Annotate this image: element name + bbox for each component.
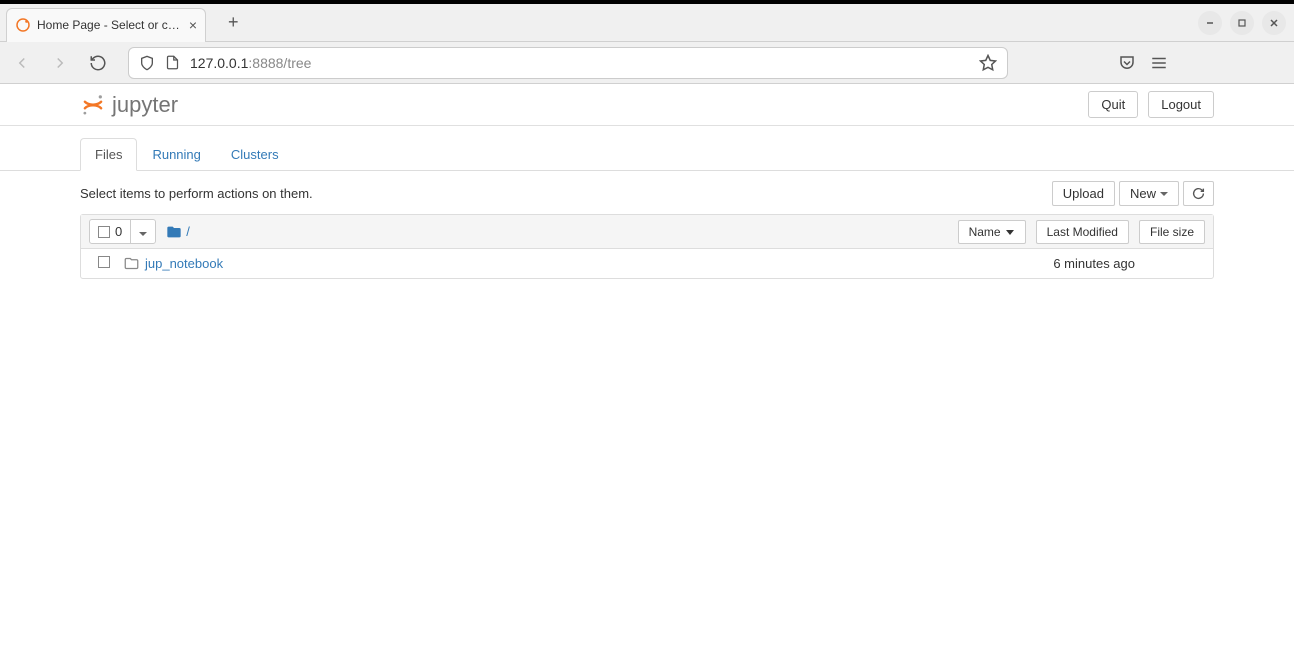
refresh-button[interactable] bbox=[1183, 181, 1214, 206]
selected-count: 0 bbox=[115, 224, 122, 239]
tab-running[interactable]: Running bbox=[137, 138, 215, 171]
browser-nav-bar: 127.0.0.1:8888/tree bbox=[0, 42, 1294, 84]
pocket-icon[interactable] bbox=[1118, 54, 1136, 72]
upload-button[interactable]: Upload bbox=[1052, 181, 1115, 206]
maximize-button[interactable] bbox=[1230, 11, 1254, 35]
window-controls bbox=[1198, 11, 1294, 35]
list-item: jup_notebook 6 minutes ago bbox=[81, 249, 1213, 278]
breadcrumb-root: / bbox=[186, 224, 190, 239]
url-bar[interactable]: 127.0.0.1:8888/tree bbox=[128, 47, 1008, 79]
select-dropdown[interactable] bbox=[131, 220, 155, 243]
select-all-checkbox[interactable]: 0 bbox=[90, 220, 131, 243]
browser-tab-title: Home Page - Select or crea bbox=[37, 18, 183, 32]
bookmark-star-icon[interactable] bbox=[979, 54, 997, 72]
chevron-down-icon bbox=[139, 232, 147, 236]
forward-button[interactable] bbox=[46, 49, 74, 77]
folder-icon bbox=[166, 224, 182, 240]
file-modified: 6 minutes ago bbox=[1053, 256, 1135, 271]
checkbox-icon bbox=[98, 226, 110, 238]
url-text: 127.0.0.1:8888/tree bbox=[190, 55, 971, 71]
menu-icon[interactable] bbox=[1150, 54, 1168, 72]
browser-chrome: Home Page - Select or crea × + 127.0.0.1… bbox=[0, 4, 1294, 84]
minimize-button[interactable] bbox=[1198, 11, 1222, 35]
checkbox-icon bbox=[98, 256, 110, 268]
new-button[interactable]: New bbox=[1119, 181, 1179, 206]
jupyter-logo-text: jupyter bbox=[112, 92, 178, 118]
breadcrumb[interactable]: / bbox=[166, 224, 190, 240]
chevron-down-icon bbox=[1160, 192, 1168, 196]
file-list: 0 / Name Last Modified File size jup_not… bbox=[80, 214, 1214, 279]
jupyter-logo[interactable]: jupyter bbox=[80, 92, 178, 118]
back-button[interactable] bbox=[8, 49, 36, 77]
shield-icon[interactable] bbox=[139, 55, 155, 71]
toolbar-row: Select items to perform actions on them.… bbox=[0, 171, 1294, 214]
tab-clusters[interactable]: Clusters bbox=[216, 138, 294, 171]
sort-modified-button[interactable]: Last Modified bbox=[1036, 220, 1129, 244]
quit-button[interactable]: Quit bbox=[1088, 91, 1138, 118]
sort-size-button[interactable]: File size bbox=[1139, 220, 1205, 244]
row-checkbox[interactable] bbox=[98, 256, 110, 271]
reload-button[interactable] bbox=[84, 49, 112, 77]
jupyter-favicon bbox=[15, 17, 31, 33]
select-all-group: 0 bbox=[89, 219, 156, 244]
arrow-down-icon bbox=[1005, 227, 1015, 237]
folder-outline-icon bbox=[124, 256, 139, 271]
close-tab-icon[interactable]: × bbox=[189, 17, 197, 33]
page-info-icon[interactable] bbox=[165, 55, 180, 70]
close-window-button[interactable] bbox=[1262, 11, 1286, 35]
file-name-link[interactable]: jup_notebook bbox=[145, 256, 223, 271]
jupyter-header: jupyter Quit Logout bbox=[0, 84, 1294, 126]
browser-tab[interactable]: Home Page - Select or crea × bbox=[6, 8, 206, 42]
tab-files[interactable]: Files bbox=[80, 138, 137, 171]
new-tab-button[interactable]: + bbox=[220, 8, 247, 37]
logout-button[interactable]: Logout bbox=[1148, 91, 1214, 118]
file-list-header: 0 / Name Last Modified File size bbox=[81, 215, 1213, 249]
sort-name-button[interactable]: Name bbox=[958, 220, 1026, 244]
jupyter-logo-icon bbox=[80, 92, 106, 118]
jupyter-tabs: Files Running Clusters bbox=[0, 138, 1294, 171]
browser-tab-bar: Home Page - Select or crea × + bbox=[0, 4, 1294, 42]
action-hint: Select items to perform actions on them. bbox=[80, 186, 313, 201]
